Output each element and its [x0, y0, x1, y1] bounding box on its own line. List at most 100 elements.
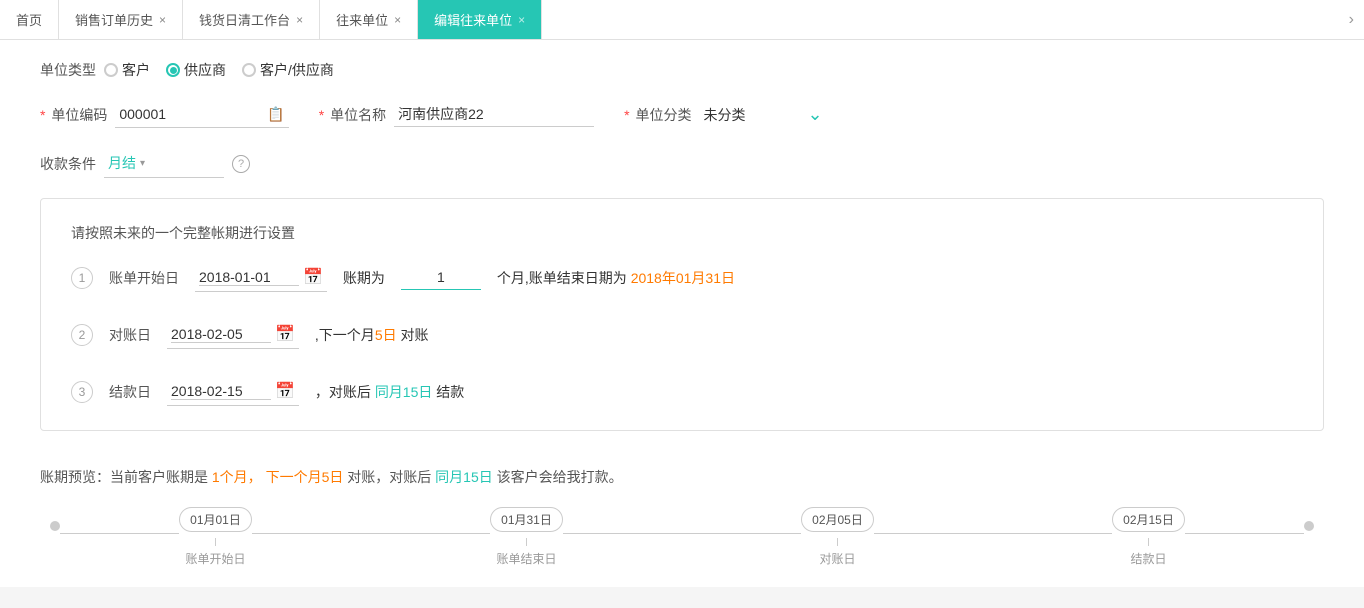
payment-terms-row: 收款条件 月结 ▾ ?: [40, 149, 1324, 178]
panel-title: 请按照未来的一个完整帐期进行设置: [71, 223, 1293, 243]
step1-highlight-text: 2018年01月31日: [631, 270, 735, 286]
unit-category-value: 未分类: [703, 105, 803, 125]
radio-customer[interactable]: 客户: [104, 60, 150, 80]
timeline-badge-2: 01月31日: [490, 507, 563, 532]
timeline-segment-2: 01月31日 账单结束日: [371, 507, 682, 567]
timeline-node-2: 01月31日: [490, 507, 563, 546]
step-row-1: 1 账单开始日 📅 账期为 个月,账单结束日期为 2018年01月31日: [71, 263, 1293, 292]
step2-text: ,下一个月5日 对账: [315, 325, 429, 345]
tab-edit-partner[interactable]: 编辑往来单位 ×: [418, 0, 542, 39]
help-icon[interactable]: ?: [232, 155, 250, 173]
timeline-tick-3: [837, 538, 838, 546]
unit-code-group: * 单位编码 📋: [40, 102, 289, 128]
tab-edit-partner-label: 编辑往来单位: [434, 10, 512, 29]
step3-date-input[interactable]: [171, 383, 271, 400]
timeline-tick-1: [215, 538, 216, 546]
copy-icon[interactable]: 📋: [267, 106, 284, 123]
tab-sales-history[interactable]: 销售订单历史 ×: [59, 0, 183, 39]
preview-middle: 对账，对账后: [347, 469, 431, 485]
preview-part3: 同月15日: [435, 469, 493, 485]
step-label-3: 结款日: [109, 382, 151, 402]
timeline-badge-1: 01月01日: [179, 507, 252, 532]
step3-date-input-wrapper: 📅: [167, 377, 299, 406]
required-star-code: *: [40, 107, 45, 123]
unit-name-input[interactable]: [394, 102, 594, 127]
radio-supplier-circle: [166, 63, 180, 77]
timeline-label-1: 账单开始日: [185, 550, 245, 567]
radio-customer-circle: [104, 63, 118, 77]
timeline-line-3: [682, 533, 801, 534]
timeline-line-2b: [563, 533, 682, 534]
unit-type-group: 单位类型 客户 供应商 客户/供应商: [40, 60, 334, 80]
step1-calendar-icon[interactable]: 📅: [303, 267, 323, 287]
payment-terms-value: 月结: [108, 153, 136, 173]
unit-category-label: * 单位分类: [624, 105, 691, 125]
step1-suffix-text: 个月,账单结束日期为 2018年01月31日: [497, 268, 735, 288]
step3-calendar-icon[interactable]: 📅: [275, 381, 295, 401]
timeline-label-3: 对账日: [819, 550, 855, 567]
tab-more-button[interactable]: ›: [1339, 0, 1364, 39]
preview-prefix: 账期预览：当前客户账期是: [40, 469, 208, 485]
unit-code-input-wrapper: 📋: [115, 102, 288, 128]
timeline-node-3: 02月05日: [801, 507, 874, 546]
tab-partner-units-close[interactable]: ×: [394, 13, 401, 27]
timeline-segment-3: 02月05日 对账日: [682, 507, 993, 567]
timeline-line-3b: [874, 533, 993, 534]
radio-supplier-label: 供应商: [184, 60, 226, 80]
preview-part1: 1个月，: [212, 469, 262, 485]
payment-terms-select[interactable]: 月结 ▾: [104, 149, 224, 178]
step-number-2: 2: [71, 324, 93, 346]
tab-home[interactable]: 首页: [0, 0, 59, 39]
timeline-line-2: [371, 533, 490, 534]
timeline-line-1: [60, 533, 179, 534]
code-name-category-row: * 单位编码 📋 * 单位名称 * 单位分类 未分类 ⌄: [40, 100, 1324, 129]
unit-category-select[interactable]: 未分类 ⌄: [699, 100, 826, 129]
tab-partner-units[interactable]: 往来单位 ×: [320, 0, 418, 39]
timeline-dot-end: [1304, 521, 1314, 531]
radio-customer-label: 客户: [122, 60, 150, 80]
unit-category-group: * 单位分类 未分类 ⌄: [624, 100, 826, 129]
step2-calendar-icon[interactable]: 📅: [275, 324, 295, 344]
unit-code-label: * 单位编码: [40, 105, 107, 125]
step-label-1: 账单开始日: [109, 268, 179, 288]
step2-highlight-text: 5日: [375, 327, 397, 343]
step2-date-input-wrapper: 📅: [167, 320, 299, 349]
radio-supplier[interactable]: 供应商: [166, 60, 226, 80]
tab-cash-work-close[interactable]: ×: [296, 13, 303, 27]
step3-highlight-text: 同月15日: [375, 384, 433, 400]
timeline-line-4: [993, 533, 1112, 534]
unit-code-input[interactable]: [119, 106, 259, 122]
step1-period-input[interactable]: [401, 265, 481, 290]
step1-suffix-label: 账期为: [343, 268, 385, 288]
step1-date-input[interactable]: [199, 269, 299, 286]
timeline-label-4: 结款日: [1130, 550, 1166, 567]
tab-cash-work[interactable]: 钱货日清工作台 ×: [183, 0, 320, 39]
timeline-segment-1: 01月01日 账单开始日: [60, 507, 371, 567]
main-content: 单位类型 客户 供应商 客户/供应商 * 单位编码: [0, 40, 1364, 587]
timeline-line-1b: [252, 533, 371, 534]
timeline-badge-4: 02月15日: [1112, 507, 1185, 532]
preview-section: 账期预览：当前客户账期是 1个月， 下一个月5日 对账，对账后 同月15日 该客…: [40, 451, 1324, 487]
chevron-down-icon: ⌄: [807, 104, 822, 125]
timeline-dot-start: [50, 521, 60, 531]
required-star-name: *: [319, 107, 324, 123]
radio-both-label: 客户/供应商: [260, 60, 334, 80]
tab-sales-history-close[interactable]: ×: [159, 13, 166, 27]
tab-edit-partner-close[interactable]: ×: [518, 13, 525, 27]
preview-suffix: 该客户会给我打款。: [497, 469, 623, 485]
step1-date-input-wrapper: 📅: [195, 263, 327, 292]
timeline-start-dot: [50, 507, 60, 531]
timeline-label-2: 账单结束日: [496, 550, 556, 567]
tabs-bar: 首页 销售订单历史 × 钱货日清工作台 × 往来单位 × 编辑往来单位 × ›: [0, 0, 1364, 40]
radio-group-unit-type: 客户 供应商 客户/供应商: [104, 60, 334, 80]
payment-terms-group: 收款条件 月结 ▾ ?: [40, 149, 250, 178]
tab-home-label: 首页: [16, 10, 42, 29]
required-star-category: *: [624, 107, 629, 123]
radio-both[interactable]: 客户/供应商: [242, 60, 334, 80]
timeline: 01月01日 账单开始日 01月31日 账单结束日: [40, 487, 1324, 567]
step-number-1: 1: [71, 267, 93, 289]
step2-date-input[interactable]: [171, 326, 271, 343]
unit-name-group: * 单位名称: [319, 102, 594, 127]
unit-type-label: 单位类型: [40, 60, 96, 80]
unit-type-row: 单位类型 客户 供应商 客户/供应商: [40, 60, 1324, 80]
